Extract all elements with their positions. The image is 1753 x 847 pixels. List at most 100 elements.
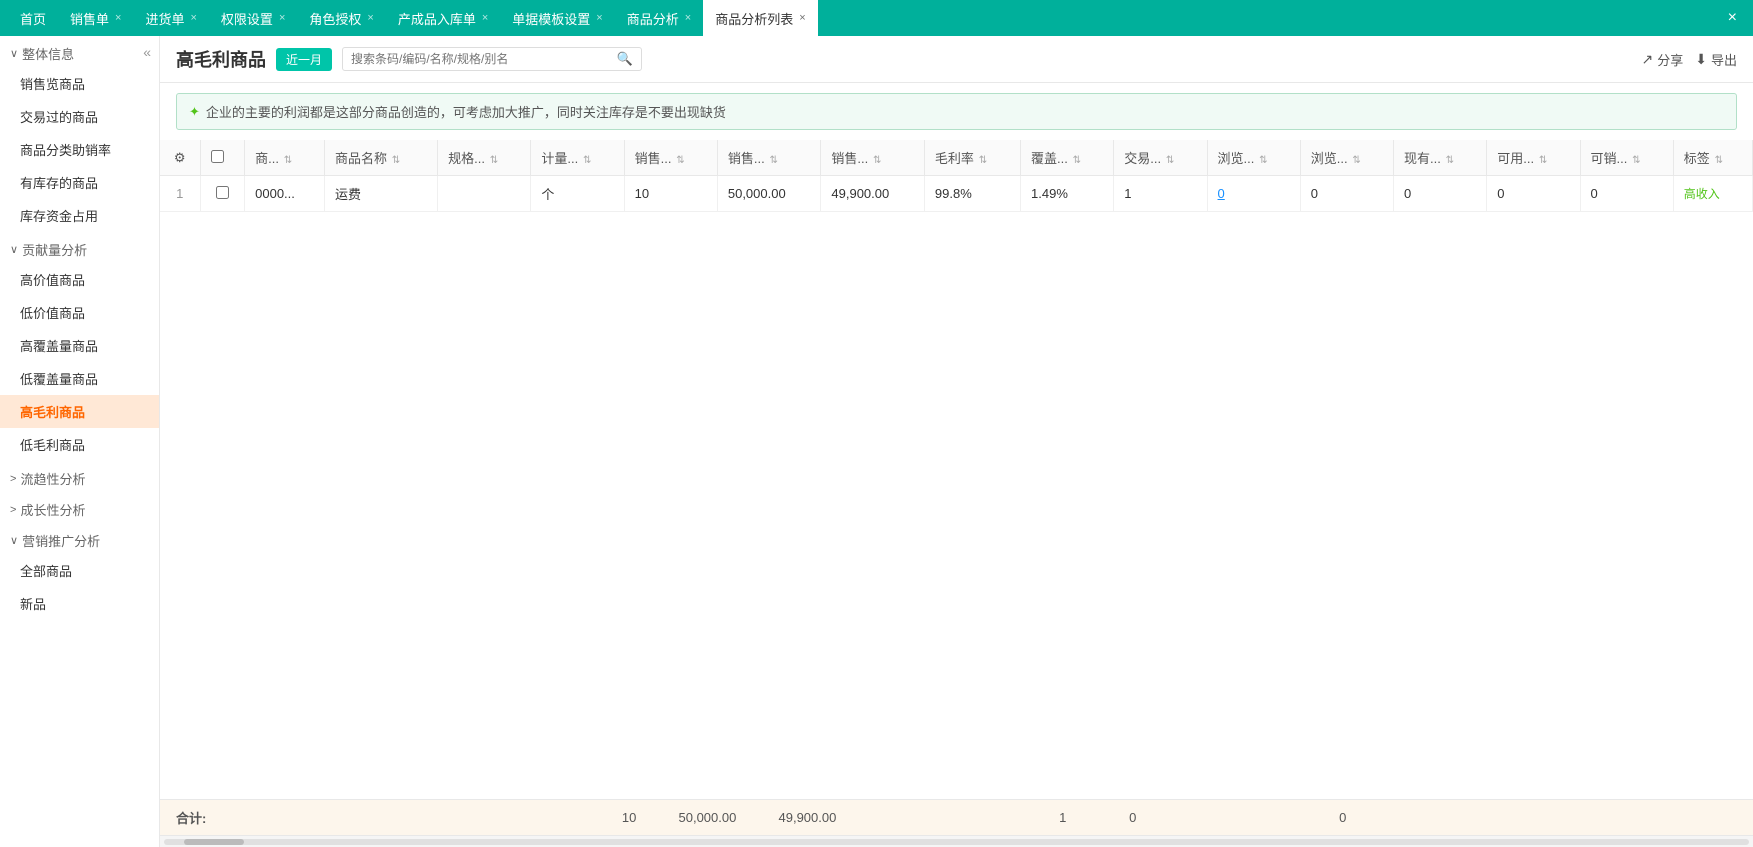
footer-views1: 0: [1076, 810, 1146, 825]
content-header: 高毛利商品 近一月 🔍 ↗ 分享 ⬇ 导出: [160, 36, 1753, 83]
chevron-icon-marketing: ∨: [10, 534, 18, 547]
sort-icon-sales-qty: ⇅: [673, 155, 684, 166]
col-header-stock1[interactable]: 现有... ⇅: [1394, 140, 1487, 176]
sidebar-item-new-goods[interactable]: 新品: [0, 587, 159, 620]
footer-stock: [1216, 810, 1286, 825]
sidebar-group-marketing: ∨营销推广分析全部商品新品: [0, 523, 159, 620]
footer-summary: 合计: 10 50,000.00 49,900.00 1 0 0: [160, 799, 1753, 835]
nav-tab-analysis[interactable]: 商品分析×: [615, 0, 703, 36]
group-label-text-wealth: 贡献量分析: [22, 240, 87, 259]
sidebar-item-sales-goods[interactable]: 销售览商品: [0, 67, 159, 100]
sidebar-item-low-value[interactable]: 低价值商品: [0, 296, 159, 329]
nav-tab-template[interactable]: 单据模板设置×: [500, 0, 614, 36]
views1-link[interactable]: 0: [1218, 186, 1225, 201]
col-header-sellable[interactable]: 可销... ⇅: [1580, 140, 1673, 176]
col-header-views1[interactable]: 浏览... ⇅: [1207, 140, 1300, 176]
sidebar-item-high-margin[interactable]: 高毛利商品: [0, 395, 159, 428]
sidebar-group-wealth: ∨贡献量分析高价值商品低价值商品高覆盖量商品低覆盖量商品高毛利商品低毛利商品: [0, 232, 159, 461]
col-header-views2[interactable]: 浏览... ⇅: [1300, 140, 1393, 176]
content-area: 高毛利商品 近一月 🔍 ↗ 分享 ⬇ 导出 ✦ 企业的主要的利润都是这部分商品创…: [160, 36, 1753, 847]
sort-icon-name: ⇅: [389, 155, 400, 166]
close-tab-role[interactable]: ×: [367, 12, 373, 24]
col-header-sales-qty[interactable]: 销售... ⇅: [624, 140, 717, 176]
close-tab-analysis[interactable]: ×: [685, 12, 691, 24]
col-header-coverage[interactable]: 覆盖... ⇅: [1021, 140, 1114, 176]
info-icon: ✦: [189, 104, 200, 120]
share-button[interactable]: ↗ 分享: [1642, 50, 1684, 69]
nav-tab-product-in[interactable]: 产成品入库单×: [386, 0, 500, 36]
sidebar-item-stock-ratio[interactable]: 库存资金占用: [0, 199, 159, 232]
footer-sellable: [1356, 810, 1426, 825]
sidebar-item-low-high[interactable]: 低覆盖量商品: [0, 362, 159, 395]
col-header-spec[interactable]: 规格... ⇅: [438, 140, 531, 176]
sidebar-item-traded-goods[interactable]: 交易过的商品: [0, 100, 159, 133]
sidebar-item-all-goods[interactable]: 全部商品: [0, 554, 159, 587]
col-header-tag[interactable]: 标签 ⇅: [1673, 140, 1752, 176]
sidebar-item-high-high[interactable]: 高覆盖量商品: [0, 329, 159, 362]
select-all-checkbox[interactable]: [211, 150, 224, 163]
sort-icon-views2: ⇅: [1350, 155, 1361, 166]
col-header-sales-amount[interactable]: 销售... ⇅: [717, 140, 821, 176]
close-tab-permission[interactable]: ×: [279, 12, 285, 24]
col-header-available[interactable]: 可用... ⇅: [1487, 140, 1580, 176]
sidebar-group-label-growth[interactable]: >成长性分析: [0, 492, 159, 523]
sort-icon-stock1: ⇅: [1443, 155, 1454, 166]
col-header-name[interactable]: 商品名称 ⇅: [324, 140, 437, 176]
col-header-checkbox: [200, 140, 245, 176]
col-header-margin-rate[interactable]: 毛利率 ⇅: [924, 140, 1020, 176]
info-text: 企业的主要的利润都是这部分商品创造的，可考虑加大推广，同时关注库存是不要出现缺货: [206, 102, 726, 121]
page-title: 高毛利商品: [176, 46, 266, 72]
row-spec: [438, 176, 531, 212]
export-icon: ⬇: [1695, 51, 1707, 68]
close-tab-sales[interactable]: ×: [115, 12, 121, 24]
row-name: 运费: [324, 176, 437, 212]
sidebar-group-label-flow[interactable]: >流趋性分析: [0, 461, 159, 492]
period-button[interactable]: 近一月: [276, 48, 332, 71]
sidebar-item-stock-goods[interactable]: 有库存的商品: [0, 166, 159, 199]
sidebar-item-low-margin[interactable]: 低毛利商品: [0, 428, 159, 461]
export-label: 导出: [1711, 50, 1737, 69]
close-all-button[interactable]: ×: [1720, 9, 1745, 27]
scrollbar-track[interactable]: [164, 839, 1749, 845]
search-input[interactable]: [351, 52, 613, 66]
sort-icon-tag: ⇅: [1712, 155, 1723, 166]
chevron-icon-overall: ∨: [10, 47, 18, 60]
sidebar-group-label-overall[interactable]: ∨整体信息: [0, 36, 159, 67]
horizontal-scrollbar[interactable]: [160, 835, 1753, 847]
col-header-code[interactable]: 商... ⇅: [245, 140, 325, 176]
close-tab-product-in[interactable]: ×: [482, 12, 488, 24]
sidebar-item-high-value[interactable]: 高价值商品: [0, 263, 159, 296]
data-table: ⚙商... ⇅商品名称 ⇅规格... ⇅计量... ⇅销售... ⇅销售... …: [160, 140, 1753, 212]
close-tab-purchase[interactable]: ×: [190, 12, 196, 24]
nav-tab-purchase[interactable]: 进货单×: [133, 0, 208, 36]
row-checkbox[interactable]: [216, 186, 229, 199]
scrollbar-thumb[interactable]: [184, 839, 244, 845]
summary-label: 合计:: [176, 808, 206, 827]
nav-tab-home[interactable]: 首页: [8, 0, 58, 36]
col-header-sales-cost[interactable]: 销售... ⇅: [821, 140, 925, 176]
col-header-unit[interactable]: 计量... ⇅: [531, 140, 624, 176]
sidebar-item-goods-analysis[interactable]: 商品分类助销率: [0, 133, 159, 166]
close-tab-template[interactable]: ×: [596, 12, 602, 24]
nav-tab-sales[interactable]: 销售单×: [58, 0, 133, 36]
sidebar-group-label-wealth[interactable]: ∨贡献量分析: [0, 232, 159, 263]
row-sales-cost: 49,900.00: [821, 176, 925, 212]
close-tab-analysis-list[interactable]: ×: [799, 12, 805, 24]
row-tag: 高收入: [1673, 176, 1752, 212]
footer-margin: [846, 810, 926, 825]
footer-coverage: [926, 810, 1006, 825]
sidebar-group-label-marketing[interactable]: ∨营销推广分析: [0, 523, 159, 554]
col-header-transactions[interactable]: 交易... ⇅: [1114, 140, 1207, 176]
nav-tab-analysis-list[interactable]: 商品分析列表×: [703, 0, 817, 36]
nav-tab-role[interactable]: 角色授权×: [297, 0, 385, 36]
sort-icon-sales-amount: ⇅: [767, 155, 778, 166]
row-transactions: 1: [1114, 176, 1207, 212]
footer-sales-amount: 50,000.00: [646, 810, 746, 825]
search-icon[interactable]: 🔍: [617, 51, 633, 67]
export-button[interactable]: ⬇ 导出: [1695, 50, 1737, 69]
nav-tab-permission[interactable]: 权限设置×: [209, 0, 297, 36]
sidebar-collapse-button[interactable]: «: [143, 44, 151, 60]
chevron-icon-flow: >: [10, 473, 16, 485]
row-checkbox: [200, 176, 245, 212]
settings-icon[interactable]: ⚙: [174, 150, 186, 165]
